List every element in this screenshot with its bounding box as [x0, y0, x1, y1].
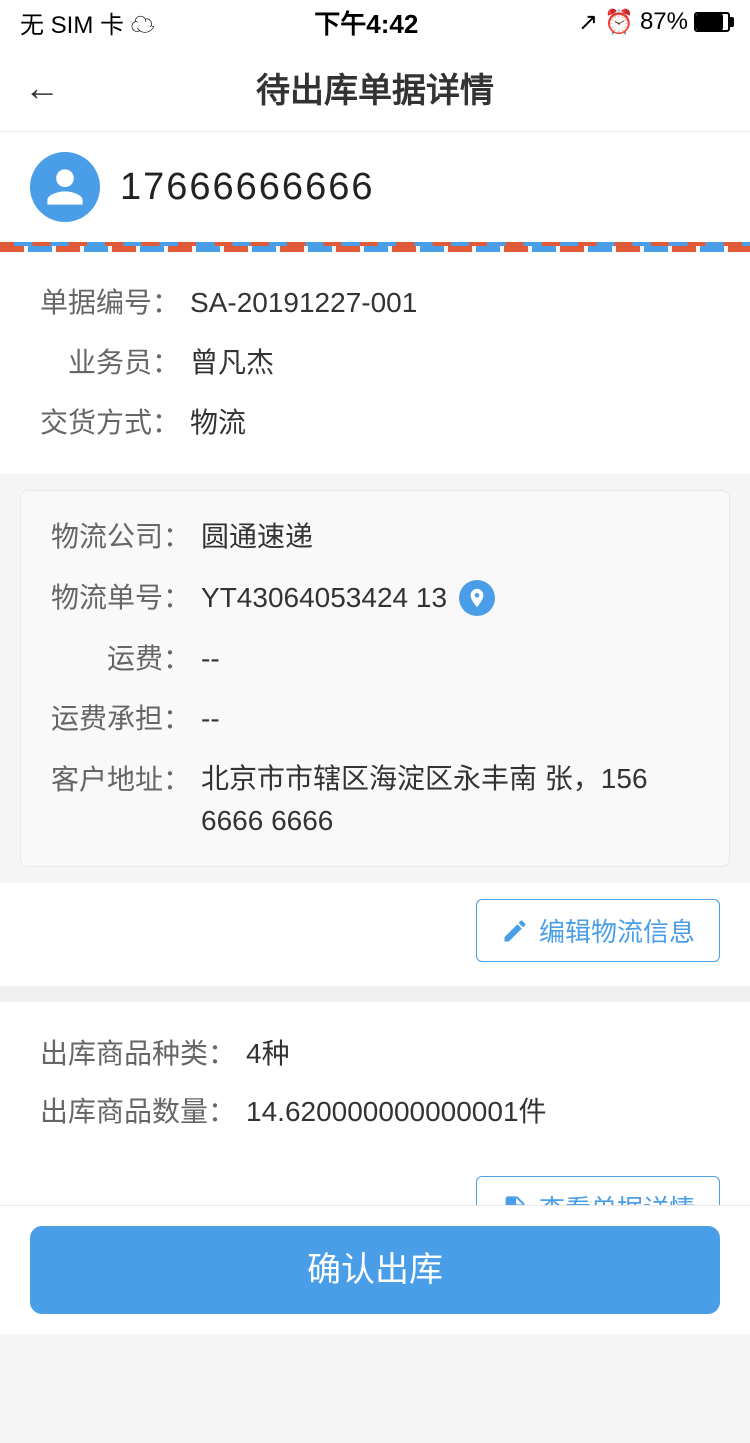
salesman-row: 业务员： 曾凡杰	[40, 342, 710, 384]
freight-bearer-row: 运费承担： --	[51, 697, 699, 742]
tracking-label: 物流单号：	[51, 576, 191, 621]
tracking-location-button[interactable]	[459, 580, 495, 616]
page-title: 待出库单据详情	[256, 63, 494, 112]
delivery-label: 交货方式：	[40, 402, 180, 444]
stock-quantity-label: 出库商品数量：	[40, 1090, 236, 1130]
address-label: 客户地址：	[51, 758, 191, 803]
gray-separator	[0, 986, 750, 1002]
edit-logistics-button[interactable]: 编辑物流信息	[476, 899, 720, 962]
logistics-company-row: 物流公司： 圆通速递	[51, 515, 699, 560]
alarm-icon: ⏰	[604, 8, 634, 37]
order-number-label: 单据编号：	[40, 282, 180, 324]
logistics-company-value: 圆通速递	[201, 515, 699, 560]
back-button[interactable]: ←	[24, 67, 60, 109]
customer-phone: 17666666666	[120, 166, 374, 209]
stock-type-row: 出库商品种类： 4种	[40, 1032, 710, 1072]
status-time: 下午4:42	[314, 4, 418, 41]
salesman-value: 曾凡杰	[190, 342, 710, 384]
address-row: 客户地址： 北京市市辖区海淀区永丰南 张，156 6666 6666	[51, 758, 699, 842]
delivery-row: 交货方式： 物流	[40, 402, 710, 444]
freight-row: 运费： --	[51, 637, 699, 682]
avatar	[30, 152, 100, 222]
logistics-card: 物流公司： 圆通速递 物流单号： YT43064053424 13 运费： --…	[20, 490, 730, 867]
freight-value: --	[201, 637, 699, 682]
freight-label: 运费：	[51, 637, 191, 682]
delivery-value: 物流	[190, 402, 710, 444]
battery-icon	[694, 12, 730, 32]
confirm-outbound-button[interactable]: 确认出库	[30, 1226, 720, 1314]
stock-section: 出库商品种类： 4种 出库商品数量： 14.620000000000001件	[0, 1002, 750, 1160]
freight-bearer-label: 运费承担：	[51, 697, 191, 742]
stock-type-label: 出库商品种类：	[40, 1032, 236, 1072]
stock-type-value: 4种	[246, 1032, 290, 1072]
map-pin-icon	[466, 587, 488, 609]
order-number-row: 单据编号： SA-20191227-001	[40, 282, 710, 324]
status-left: 无 SIM 卡 ☁	[20, 5, 155, 40]
edit-icon	[501, 917, 529, 945]
order-number-value: SA-20191227-001	[190, 282, 710, 324]
customer-header: 17666666666	[0, 132, 750, 246]
location-icon-status: ↗	[578, 8, 598, 37]
stock-quantity-row: 出库商品数量： 14.620000000000001件	[40, 1090, 710, 1130]
logistics-company-label: 物流公司：	[51, 515, 191, 560]
address-value: 北京市市辖区海淀区永丰南 张，156 6666 6666	[201, 758, 699, 842]
freight-bearer-value: --	[201, 697, 699, 742]
edit-btn-row: 编辑物流信息	[0, 883, 750, 986]
salesman-label: 业务员：	[40, 342, 180, 384]
status-bar: 无 SIM 卡 ☁ 下午4:42 ↗ ⏰ 87%	[0, 0, 750, 44]
stock-quantity-value: 14.620000000000001件	[246, 1090, 547, 1130]
tracking-row: 物流单号： YT43064053424 13	[51, 576, 699, 621]
tracking-value: YT43064053424 13	[201, 576, 699, 621]
battery-text: 87%	[640, 8, 688, 36]
nav-bar: ← 待出库单据详情	[0, 44, 750, 132]
user-icon	[43, 165, 87, 209]
status-right: ↗ ⏰ 87%	[578, 8, 730, 37]
sim-signal: 无 SIM 卡 ☁	[20, 5, 155, 40]
order-info-section: 单据编号： SA-20191227-001 业务员： 曾凡杰 交货方式： 物流	[0, 252, 750, 474]
bottom-btn-area: 确认出库	[0, 1205, 750, 1334]
